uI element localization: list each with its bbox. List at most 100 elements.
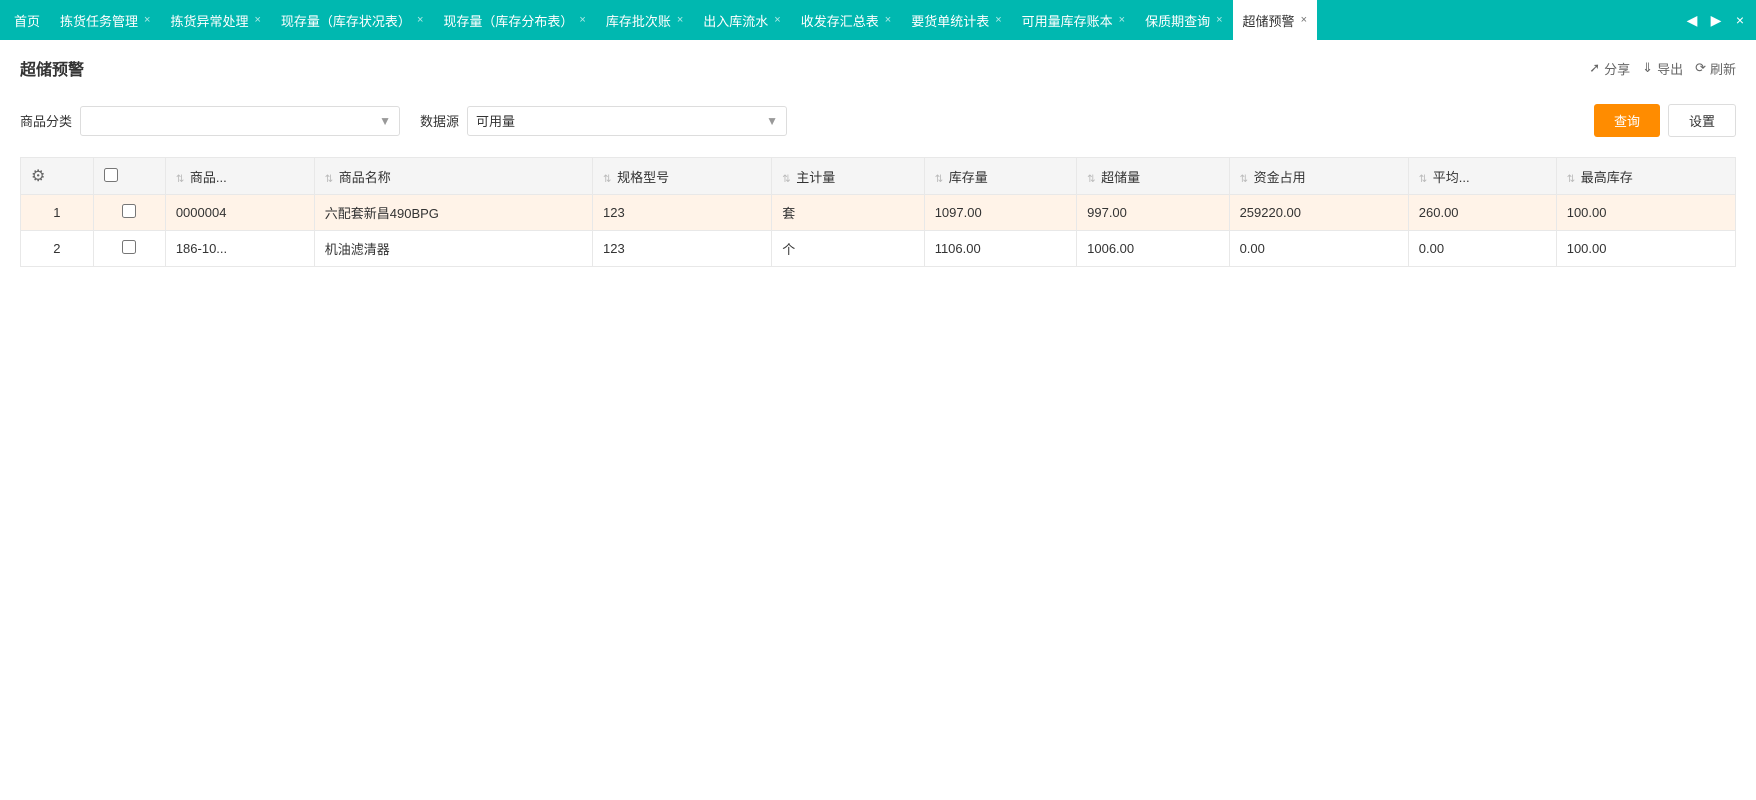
chevron-down-icon: ▼ <box>379 114 391 128</box>
nav-label-pick-task: 拣货任务管理 <box>60 11 138 30</box>
sort-icon-spec: ⇅ <box>603 174 611 185</box>
nav-item-in-out-flow[interactable]: 出入库流水 × <box>693 0 790 40</box>
close-icon-stock-dist[interactable]: × <box>579 14 585 26</box>
filter-bar: 商品分类 ▼ 数据源 可用量 ▼ 查询 设置 <box>20 96 1736 145</box>
gear-icon[interactable]: ⚙ <box>31 168 45 185</box>
header-actions: ➚ 分享 ⇓ 导出 ⟳ 刷新 <box>1589 59 1736 78</box>
export-icon: ⇓ <box>1642 60 1653 76</box>
td-row-num-1: 2 <box>21 231 94 267</box>
nav-label-pick-exception: 拣货异常处理 <box>170 11 248 30</box>
nav-item-pick-task[interactable]: 拣货任务管理 × <box>50 0 160 40</box>
nav-close-all-button[interactable]: × <box>1728 0 1752 40</box>
close-icon-pick-task[interactable]: × <box>144 14 150 26</box>
td-overstock-1: 1006.00 <box>1077 231 1229 267</box>
nav-item-order-stat[interactable]: 要货单统计表 × <box>901 0 1011 40</box>
close-icon-expiry[interactable]: × <box>1216 14 1222 26</box>
share-button[interactable]: ➚ 分享 <box>1589 59 1630 78</box>
data-table: ⚙ ⇅ 商品... ⇅ 商品名称 ⇅ 规格型号 ⇅ <box>20 157 1736 267</box>
sort-icon-avg: ⇅ <box>1419 174 1427 185</box>
close-icon-summary[interactable]: × <box>885 14 891 26</box>
data-source-value: 可用量 <box>476 111 515 130</box>
table-row: 2 186-10... 机油滤清器 123 个 1106.00 1006.00 … <box>21 231 1736 267</box>
td-stock-1: 1106.00 <box>924 231 1076 267</box>
product-category-filter: 商品分类 ▼ <box>20 106 400 136</box>
th-product-name[interactable]: ⇅ 商品名称 <box>314 158 592 195</box>
close-icon-available-stock[interactable]: × <box>1119 14 1125 26</box>
refresh-icon: ⟳ <box>1695 60 1706 76</box>
nav-item-stock-status[interactable]: 现存量（库存状况表） × <box>271 0 433 40</box>
close-icon-in-out-flow[interactable]: × <box>774 14 780 26</box>
nav-item-expiry[interactable]: 保质期查询 × <box>1135 0 1232 40</box>
th-max-stock[interactable]: ⇅ 最高库存 <box>1556 158 1735 195</box>
td-capital-1: 0.00 <box>1229 231 1408 267</box>
nav-label-home: 首页 <box>14 11 40 30</box>
th-capital[interactable]: ⇅ 资金占用 <box>1229 158 1408 195</box>
select-all-checkbox[interactable] <box>104 168 118 182</box>
close-icon-overstock[interactable]: × <box>1301 14 1307 26</box>
nav-label-stock-batch: 库存批次账 <box>606 11 671 30</box>
top-nav: 首页 拣货任务管理 × 拣货异常处理 × 现存量（库存状况表） × 现存量（库存… <box>0 0 1756 40</box>
table-row: 1 0000004 六配套新昌490BPG 123 套 1097.00 997.… <box>21 195 1736 231</box>
row-checkbox-0[interactable] <box>122 204 136 218</box>
th-unit[interactable]: ⇅ 主计量 <box>772 158 924 195</box>
close-icon-order-stat[interactable]: × <box>995 14 1001 26</box>
filter-actions: 查询 设置 <box>1594 104 1736 137</box>
nav-next-button[interactable]: ▶ <box>1704 0 1728 40</box>
nav-label-in-out-flow: 出入库流水 <box>703 11 768 30</box>
nav-arrows: ◀ ▶ × <box>1680 0 1752 40</box>
nav-item-stock-dist[interactable]: 现存量（库存分布表） × <box>433 0 595 40</box>
nav-prev-button[interactable]: ◀ <box>1680 0 1704 40</box>
export-button[interactable]: ⇓ 导出 <box>1642 59 1683 78</box>
nav-item-overstock[interactable]: 超储预警 × <box>1233 0 1317 40</box>
nav-item-stock-batch[interactable]: 库存批次账 × <box>596 0 693 40</box>
nav-label-summary: 收发存汇总表 <box>801 11 879 30</box>
nav-label-order-stat: 要货单统计表 <box>911 11 989 30</box>
th-avg[interactable]: ⇅ 平均... <box>1408 158 1556 195</box>
td-unit-1: 个 <box>772 231 924 267</box>
export-label: 导出 <box>1657 59 1683 78</box>
th-settings: ⚙ <box>21 158 94 195</box>
td-spec-0: 123 <box>593 195 772 231</box>
share-label: 分享 <box>1604 59 1630 78</box>
product-category-select[interactable]: ▼ <box>80 106 400 136</box>
td-checkbox-0 <box>93 195 165 231</box>
close-icon-stock-batch[interactable]: × <box>677 14 683 26</box>
td-avg-1: 0.00 <box>1408 231 1556 267</box>
data-source-select[interactable]: 可用量 ▼ <box>467 106 787 136</box>
th-spec[interactable]: ⇅ 规格型号 <box>593 158 772 195</box>
share-icon: ➚ <box>1589 60 1600 76</box>
data-source-label: 数据源 <box>420 111 459 130</box>
td-product-code-1: 186-10... <box>165 231 314 267</box>
nav-item-home[interactable]: 首页 <box>4 0 50 40</box>
nav-label-stock-status: 现存量（库存状况表） <box>281 11 411 30</box>
th-stock[interactable]: ⇅ 库存量 <box>924 158 1076 195</box>
sort-icon-capital: ⇅ <box>1240 174 1248 185</box>
data-source-filter: 数据源 可用量 ▼ <box>420 106 787 136</box>
td-max-stock-1: 100.00 <box>1556 231 1735 267</box>
td-spec-1: 123 <box>593 231 772 267</box>
sort-icon-unit: ⇅ <box>782 174 790 185</box>
td-avg-0: 260.00 <box>1408 195 1556 231</box>
close-icon-stock-status[interactable]: × <box>417 14 423 26</box>
nav-item-available-stock[interactable]: 可用量库存账本 × <box>1012 0 1135 40</box>
settings-button[interactable]: 设置 <box>1668 104 1736 137</box>
td-capital-0: 259220.00 <box>1229 195 1408 231</box>
td-product-name-0: 六配套新昌490BPG <box>314 195 592 231</box>
refresh-button[interactable]: ⟳ 刷新 <box>1695 59 1736 78</box>
nav-item-pick-exception[interactable]: 拣货异常处理 × <box>160 0 270 40</box>
close-icon-pick-exception[interactable]: × <box>254 14 260 26</box>
row-checkbox-1[interactable] <box>122 240 136 254</box>
nav-label-overstock: 超储预警 <box>1243 11 1295 30</box>
nav-label-expiry: 保质期查询 <box>1145 11 1210 30</box>
td-product-name-1: 机油滤清器 <box>314 231 592 267</box>
th-checkbox <box>93 158 165 195</box>
chevron-down-icon-2: ▼ <box>766 114 778 128</box>
query-button[interactable]: 查询 <box>1594 104 1660 137</box>
td-product-code-0: 0000004 <box>165 195 314 231</box>
th-overstock[interactable]: ⇅ 超储量 <box>1077 158 1229 195</box>
product-category-label: 商品分类 <box>20 111 72 130</box>
page-header: 超储预警 ➚ 分享 ⇓ 导出 ⟳ 刷新 <box>20 56 1736 80</box>
nav-item-summary[interactable]: 收发存汇总表 × <box>791 0 901 40</box>
table-body: 1 0000004 六配套新昌490BPG 123 套 1097.00 997.… <box>21 195 1736 267</box>
th-product-code[interactable]: ⇅ 商品... <box>165 158 314 195</box>
